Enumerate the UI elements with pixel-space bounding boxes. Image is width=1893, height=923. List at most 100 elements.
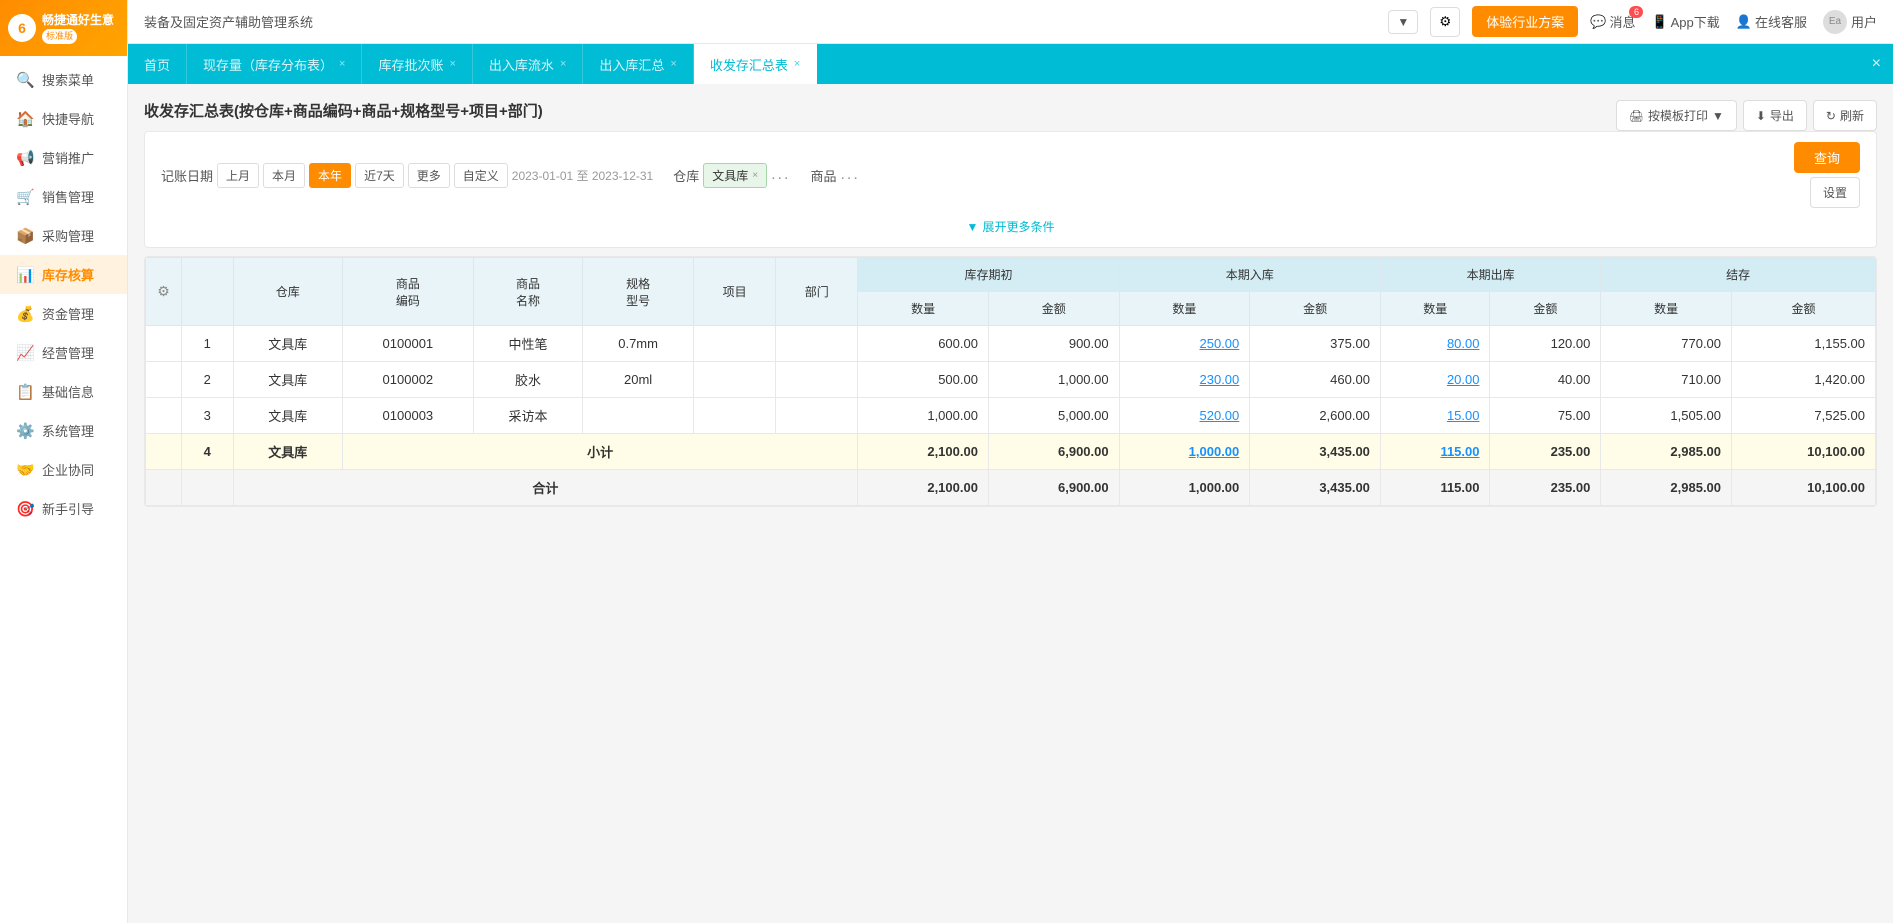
col-opening-qty: 数量 — [858, 292, 989, 326]
sidebar-item-system[interactable]: ⚙️ 系统管理 — [0, 411, 127, 450]
row1-seq: 1 — [182, 326, 234, 362]
tab-receive-summary[interactable]: 收发存汇总表 × — [694, 44, 817, 84]
row1-in-amt: 375.00 — [1250, 326, 1381, 362]
row1-warehouse: 文具库 — [233, 326, 343, 362]
tab-stock-dist[interactable]: 现存量（库存分布表） × — [187, 44, 362, 84]
sidebar-item-search[interactable]: 🔍 搜索菜单 — [0, 60, 127, 99]
warehouse-tag[interactable]: 文具库 × — [703, 163, 767, 188]
col-group-in: 本期入库 — [1119, 258, 1380, 292]
sidebar-item-quick[interactable]: 🏠 快捷导航 — [0, 99, 127, 138]
tab-home[interactable]: 首页 — [128, 44, 187, 84]
col-department: 部门 — [776, 258, 858, 326]
expand-more-btn[interactable]: ▼ 展开更多条件 — [959, 216, 1063, 237]
sidebar-item-guide[interactable]: 🎯 新手引导 — [0, 489, 127, 528]
query-button[interactable]: 查询 — [1794, 142, 1860, 173]
row1-in-qty[interactable]: 250.00 — [1119, 326, 1250, 362]
col-in-amt: 金额 — [1250, 292, 1381, 326]
print-button[interactable]: 🖨 按模板打印 ▼ — [1616, 100, 1737, 131]
user-avatar: Ea — [1823, 10, 1847, 34]
user-menu-button[interactable]: Ea 用户 — [1823, 10, 1877, 34]
footer-out-amt: 235.00 — [1490, 470, 1601, 506]
row1-goods-code: 0100001 — [343, 326, 474, 362]
tab-inout-summary-close[interactable]: × — [670, 58, 676, 70]
row2-settings — [146, 362, 182, 398]
date-this-month-btn[interactable]: 本月 — [263, 163, 305, 188]
col-goods-spec: 规格 型号 — [583, 258, 694, 326]
refresh-button[interactable]: ↻ 刷新 — [1813, 100, 1877, 131]
sidebar-item-label: 快捷导航 — [42, 109, 94, 128]
trial-button[interactable]: 体验行业方案 — [1472, 6, 1578, 37]
sidebar-item-inventory[interactable]: 📊 库存核算 — [0, 255, 127, 294]
settings-button[interactable]: 设置 — [1810, 177, 1860, 208]
topbar: 装备及固定资产辅助管理系统 ▼ ⚙ 体验行业方案 💬 消息 6 📱 App下载 … — [128, 0, 1893, 44]
message-button[interactable]: 💬 消息 6 — [1590, 12, 1635, 31]
sidebar-header: 6 畅捷通好生意 标准版 — [0, 0, 127, 56]
sidebar-item-finance[interactable]: 💰 资金管理 — [0, 294, 127, 333]
data-table-container: ⚙ 仓库 商品 编码 商品 名称 规格 型号 项目 部门 库存期初 本期入库 本… — [144, 256, 1877, 507]
row3-opening-qty: 1,000.00 — [858, 398, 989, 434]
sidebar-item-marketing[interactable]: 📢 营销推广 — [0, 138, 127, 177]
tab-receive-summary-close[interactable]: × — [794, 58, 800, 70]
row2-opening-qty: 500.00 — [858, 362, 989, 398]
date-this-year-btn[interactable]: 本年 — [309, 163, 351, 188]
export-button[interactable]: ⬇ 导出 — [1743, 100, 1807, 131]
row3-out-qty[interactable]: 15.00 — [1380, 398, 1490, 434]
page-header-wrapper: 收发存汇总表(按仓库+商品编码+商品+规格型号+项目+部门) 🖨 按模板打印 ▼… — [144, 100, 1877, 121]
top-buttons-row: 🖨 按模板打印 ▼ ⬇ 导出 ↻ 刷新 — [1616, 100, 1877, 131]
sidebar-item-basic[interactable]: 📋 基础信息 — [0, 372, 127, 411]
subtotal-settings — [146, 434, 182, 470]
row2-in-qty[interactable]: 230.00 — [1119, 362, 1250, 398]
col-warehouse: 仓库 — [233, 258, 343, 326]
sidebar-item-purchase[interactable]: 📦 采购管理 — [0, 216, 127, 255]
row1-out-qty[interactable]: 80.00 — [1380, 326, 1490, 362]
goods-more-dots[interactable]: ... — [840, 166, 859, 184]
sidebar-item-sales[interactable]: 🛒 销售管理 — [0, 177, 127, 216]
target-icon: 🎯 — [16, 500, 34, 518]
app-download-button[interactable]: 📱 App下载 — [1651, 12, 1719, 31]
row3-closing-qty: 1,505.00 — [1601, 398, 1732, 434]
footer-in-amt: 3,435.00 — [1250, 470, 1381, 506]
gear-icon: ⚙️ — [16, 422, 34, 440]
refresh-label: 刷新 — [1840, 107, 1864, 124]
date-last-month-btn[interactable]: 上月 — [217, 163, 259, 188]
row3-opening-amt: 5,000.00 — [988, 398, 1119, 434]
row3-in-qty[interactable]: 520.00 — [1119, 398, 1250, 434]
app-download-label: App下载 — [1671, 12, 1720, 31]
system-select-btn[interactable]: ▼ — [1388, 10, 1418, 34]
footer-settings — [146, 470, 182, 506]
sidebar-nav: 🔍 搜索菜单 🏠 快捷导航 📢 营销推广 🛒 销售管理 📦 采购管理 📊 库存核… — [0, 56, 127, 923]
online-service-label: 在线客服 — [1755, 12, 1807, 31]
tab-global-close-button[interactable]: × — [1860, 44, 1893, 84]
warehouse-tag-close-icon[interactable]: × — [752, 170, 758, 181]
date-more-btn[interactable]: 更多 — [408, 163, 450, 188]
topbar-gear-button[interactable]: ⚙ — [1430, 7, 1460, 37]
subtotal-in-qty[interactable]: 1,000.00 — [1119, 434, 1250, 470]
warehouse-more-dots[interactable]: ... — [771, 166, 790, 184]
col-in-qty: 数量 — [1119, 292, 1250, 326]
sidebar-item-label: 营销推广 — [42, 148, 94, 167]
table-settings-icon[interactable]: ⚙ — [156, 283, 171, 300]
tab-inout-summary[interactable]: 出入库汇总 × — [583, 44, 693, 84]
col-out-amt: 金额 — [1490, 292, 1601, 326]
row2-seq: 2 — [182, 362, 234, 398]
row2-out-qty[interactable]: 20.00 — [1380, 362, 1490, 398]
tab-batch[interactable]: 库存批次账 × — [362, 44, 472, 84]
tab-inout-flow[interactable]: 出入库流水 × — [473, 44, 583, 84]
row3-seq: 3 — [182, 398, 234, 434]
date-custom-btn[interactable]: 自定义 — [454, 163, 508, 188]
online-service-button[interactable]: 👤 在线客服 — [1736, 12, 1807, 31]
system-title: 装备及固定资产辅助管理系统 — [144, 12, 1376, 31]
sidebar-item-operation[interactable]: 📈 经营管理 — [0, 333, 127, 372]
row2-closing-amt: 1,420.00 — [1732, 362, 1876, 398]
tab-batch-close[interactable]: × — [449, 58, 455, 70]
tab-inout-flow-close[interactable]: × — [560, 58, 566, 70]
tab-home-label: 首页 — [144, 55, 170, 74]
date-7days-btn[interactable]: 近7天 — [355, 163, 404, 188]
print-label: 按模板打印 — [1648, 107, 1708, 124]
table-row: 2 文具库 0100002 胶水 20ml 500.00 1,000.00 23… — [146, 362, 1876, 398]
sidebar-item-enterprise[interactable]: 🤝 企业协同 — [0, 450, 127, 489]
subtotal-out-qty[interactable]: 115.00 — [1380, 434, 1490, 470]
row2-opening-amt: 1,000.00 — [988, 362, 1119, 398]
footer-closing-amt: 10,100.00 — [1732, 470, 1876, 506]
tab-stock-dist-close[interactable]: × — [339, 58, 345, 70]
